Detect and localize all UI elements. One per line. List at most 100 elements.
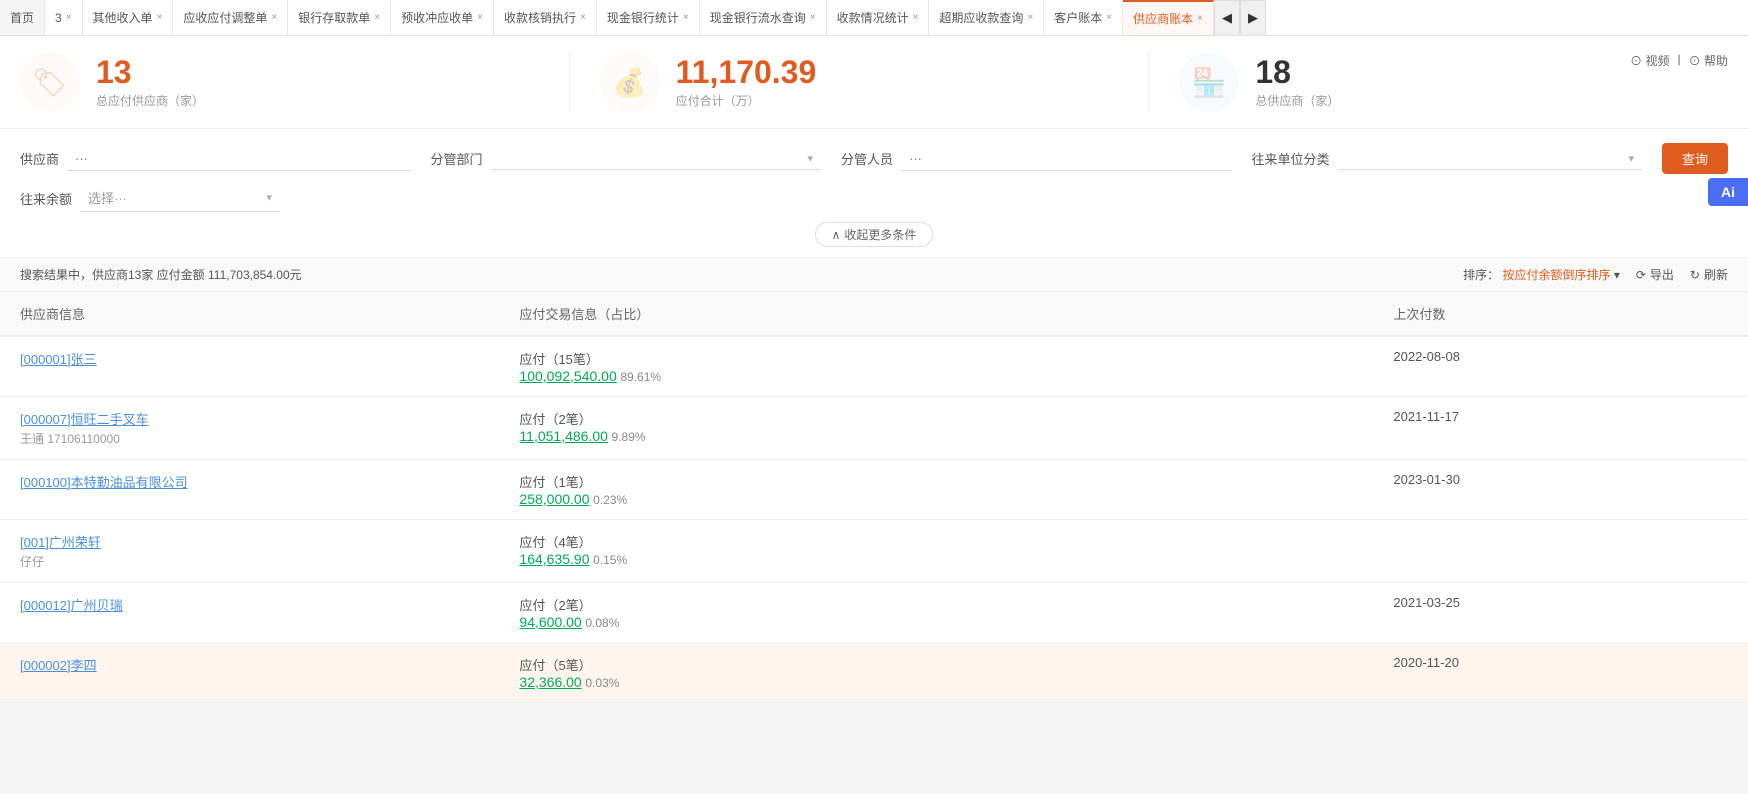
close-icon[interactable]: × <box>683 12 689 23</box>
sort-select[interactable]: 按应付余额倒序排序 <box>1502 268 1610 282</box>
supplier-sub: 仔仔 <box>20 553 479 570</box>
nav-tab-adjustment[interactable]: 应收应付调整单 × <box>173 0 288 35</box>
total-supplier-label: 总供应商（家） <box>1255 92 1339 109</box>
supplier-cell: [001]广州荣轩仔仔 <box>0 520 499 583</box>
nav-tab-customer-account-label: 客户账本 <box>1054 9 1102 26</box>
balance-label: 往来余额 <box>20 189 72 208</box>
supplier-cell: [000012]广州贝瑞 <box>0 583 499 643</box>
person-input[interactable] <box>901 147 1231 171</box>
dept-label: 分管部门 <box>431 149 483 168</box>
supplier-link[interactable]: [001]广州荣轩 <box>20 535 101 550</box>
nav-tab-other-income-label: 其他收入单 <box>93 9 153 26</box>
close-icon[interactable]: × <box>580 12 586 23</box>
refresh-icon: ↻ <box>1690 268 1700 282</box>
supplier-link[interactable]: [000012]广州贝瑞 <box>20 598 123 613</box>
amount-link[interactable]: 94,600.00 <box>519 614 581 630</box>
collapse-label: 收起更多条件 <box>844 226 916 243</box>
export-label: 导出 <box>1650 266 1674 283</box>
nav-tab-cash-stat-label: 现金银行统计 <box>607 9 679 26</box>
nav-tab-other-income[interactable]: 其他收入单 × <box>83 0 174 35</box>
refresh-button[interactable]: ↻ 刷新 <box>1690 266 1728 283</box>
nav-tab-3-label: 3 <box>55 11 62 25</box>
filter-row-2: 往来余额 选择··· ▾ <box>20 184 1728 212</box>
supplier-input[interactable] <box>67 147 410 171</box>
supplier-link[interactable]: [000001]张三 <box>20 352 97 367</box>
nav-prev-arrow[interactable]: ◀ <box>1214 0 1240 36</box>
nav-tab-cash-flow[interactable]: 现金银行流水查询 × <box>700 0 827 35</box>
total-supplier-icon: 🏪 <box>1179 52 1239 112</box>
close-icon[interactable]: × <box>913 12 919 23</box>
col-header-tx: 应付交易信息（占比） <box>499 292 1373 336</box>
close-icon[interactable]: × <box>1106 12 1112 23</box>
nav-tab-collection-label: 收款核销执行 <box>504 9 576 26</box>
nav-tab-overdue[interactable]: 超期应收款查询 × <box>929 0 1044 35</box>
pct-value: 0.23% <box>593 493 627 507</box>
amount-link[interactable]: 32,366.00 <box>519 674 581 690</box>
video-link[interactable]: ⊙ 视频 <box>1630 52 1669 69</box>
amount-link[interactable]: 258,000.00 <box>519 491 589 507</box>
supplier-link[interactable]: [000100]本特勤油品有限公司 <box>20 475 188 490</box>
close-icon[interactable]: × <box>271 12 277 23</box>
dept-dropdown[interactable]: ▾ <box>491 148 821 170</box>
summary-payable-suppliers: 🏷 13 总应付供应商（家） <box>20 52 570 112</box>
nav-tab-cash-stat[interactable]: 现金银行统计 × <box>597 0 700 35</box>
amount-link[interactable]: 100,092,540.00 <box>519 368 616 384</box>
nav-tab-3[interactable]: 3 × <box>45 0 83 35</box>
refresh-label: 刷新 <box>1704 266 1728 283</box>
nav-tab-supplier-account[interactable]: 供应商账本 × <box>1123 0 1214 35</box>
tx-label: 应付（15笔） <box>519 349 1353 368</box>
close-icon[interactable]: × <box>157 12 163 23</box>
category-dropdown[interactable]: ▾ <box>1338 148 1642 170</box>
nav-tab-bank-label: 银行存取款单 <box>298 9 370 26</box>
nav-tab-bank[interactable]: 银行存取款单 × <box>288 0 391 35</box>
close-icon[interactable]: × <box>1027 12 1033 23</box>
nav-tab-home[interactable]: 首页 <box>0 0 45 35</box>
nav-tab-supplier-account-label: 供应商账本 <box>1133 10 1193 27</box>
person-label: 分管人员 <box>841 149 893 168</box>
tx-label: 应付（2笔） <box>519 409 1353 428</box>
supplier-link[interactable]: [000007]恒旺二手叉车 <box>20 412 149 427</box>
lastpay-cell: 2022-08-08 <box>1373 336 1748 397</box>
tx-cell: 应付（1笔） 258,000.00 0.23% <box>499 460 1373 520</box>
supplier-link[interactable]: [000002]李四 <box>20 658 97 673</box>
nav-tab-collection[interactable]: 收款核销执行 × <box>494 0 597 35</box>
amount-link[interactable]: 11,051,486.00 <box>519 428 608 444</box>
close-icon[interactable]: × <box>374 12 380 23</box>
supplier-cell: [000002]李四 <box>0 643 499 703</box>
filter-supplier: 供应商 <box>20 147 411 171</box>
nav-tab-prepaid-label: 预收冲应收单 <box>401 9 473 26</box>
close-icon[interactable]: × <box>477 12 483 23</box>
pct-value: 0.15% <box>593 553 627 567</box>
balance-dropdown[interactable]: 选择··· ▾ <box>80 184 280 212</box>
ai-button[interactable]: Ai <box>1708 178 1748 206</box>
payable-supplier-icon: 🏷 <box>20 52 80 112</box>
close-icon[interactable]: × <box>1197 13 1203 24</box>
nav-tab-customer-account[interactable]: 客户账本 × <box>1044 0 1123 35</box>
search-button[interactable]: 查询 <box>1662 143 1728 174</box>
tx-cell: 应付（15笔） 100,092,540.00 89.61% <box>499 336 1373 397</box>
nav-tab-collection-stat[interactable]: 收款情况统计 × <box>827 0 930 35</box>
amount-link[interactable]: 164,635.90 <box>519 551 589 567</box>
lastpay-cell: 2021-11-17 <box>1373 397 1748 460</box>
last-pay-date: 2020-11-20 <box>1393 655 1459 670</box>
nav-tab-prepaid[interactable]: 预收冲应收单 × <box>391 0 494 35</box>
collapse-button[interactable]: ∧ 收起更多条件 <box>815 222 934 247</box>
lastpay-cell <box>1373 520 1748 583</box>
nav-next-arrow[interactable]: ▶ <box>1240 0 1266 36</box>
chevron-down-icon: ▾ <box>266 191 272 204</box>
close-icon[interactable]: × <box>810 12 816 23</box>
collapse-icon: ∧ <box>832 228 841 242</box>
supplier-sub: 王通 17106110000 <box>20 430 479 447</box>
supplier-cell: [000100]本特勤油品有限公司 <box>0 460 499 520</box>
tx-label: 应付（2笔） <box>519 595 1353 614</box>
table-row: [000012]广州贝瑞应付（2笔） 94,600.00 0.08%2021-0… <box>0 583 1748 643</box>
close-icon[interactable]: × <box>66 12 72 23</box>
last-pay-date: 2023-01-30 <box>1393 472 1460 487</box>
tx-label: 应付（4笔） <box>519 532 1353 551</box>
filter-balance: 往来余额 选择··· ▾ <box>20 184 280 212</box>
export-button[interactable]: ⟳ 导出 <box>1636 266 1674 283</box>
tx-label: 应付（5笔） <box>519 655 1353 674</box>
help-link[interactable]: ⊙ 帮助 <box>1689 52 1728 69</box>
col-header-lastpay: 上次付数 <box>1373 292 1748 336</box>
tx-label: 应付（1笔） <box>519 472 1353 491</box>
